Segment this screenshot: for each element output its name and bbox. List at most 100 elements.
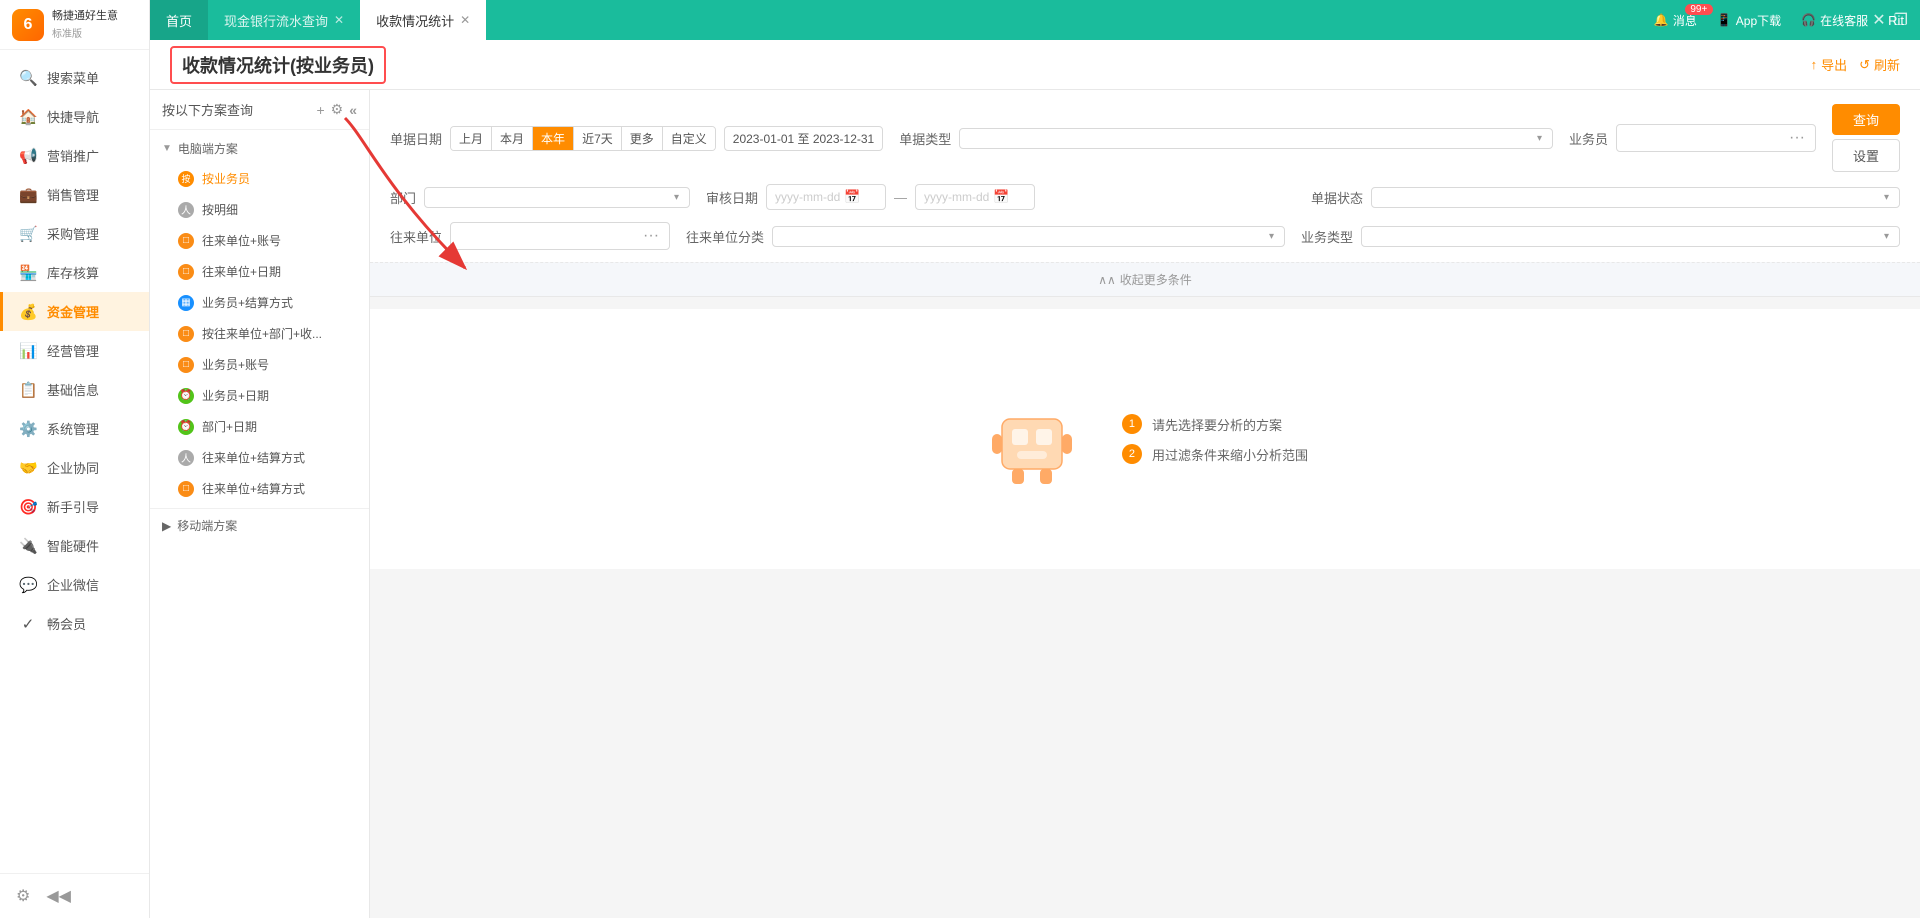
filter-section-pc-label: 电脑端方案 (178, 140, 238, 157)
filter-item-partner-settlement1-label: 往来单位+结算方式 (202, 449, 305, 466)
info-icon: 📋 (19, 381, 37, 399)
sidebar-label-enterprise: 企业协同 (47, 458, 99, 477)
sidebar-item-smart-hw[interactable]: 🔌 智能硬件 (0, 526, 149, 565)
sidebar-item-search[interactable]: 🔍 搜索菜单 (0, 58, 149, 97)
filter-item-salesman-date[interactable]: ⏰ 业务员+日期 (150, 380, 369, 411)
sidebar-item-finance[interactable]: 💰 资金管理 (0, 292, 149, 331)
dept-select[interactable]: ▾ (424, 187, 690, 208)
date-btn-this-month[interactable]: 本月 (492, 127, 533, 150)
app-download-btn[interactable]: 📱 App下载 (1717, 12, 1781, 29)
page-title: 收款情况统计(按业务员) (170, 46, 386, 84)
sidebar-item-wechat[interactable]: 💬 企业微信 (0, 565, 149, 604)
sidebar-bottom: ⚙ ◀◀ (0, 873, 149, 918)
filter-item-salesman-settlement[interactable]: ▦ 业务员+结算方式 (150, 287, 369, 318)
tab-bank-flow[interactable]: 现金银行流水查询 ✕ (208, 0, 360, 40)
online-service-btn[interactable]: 🎧 在线客服 (1801, 12, 1868, 29)
filter-item-partner-dept[interactable]: □ 按往来单位+部门+收... (150, 318, 369, 349)
date-btn-this-year[interactable]: 本年 (533, 127, 574, 150)
sidebar-item-sales[interactable]: 💼 销售管理 (0, 175, 149, 214)
filter-item-dept-date[interactable]: ⏰ 部门+日期 (150, 411, 369, 442)
setting-button[interactable]: 设置 (1832, 139, 1900, 172)
step-1-text: 请先选择要分析的方案 (1152, 415, 1282, 434)
sidebar-item-enterprise[interactable]: 🤝 企业协同 (0, 448, 149, 487)
sidebar-item-purchase[interactable]: 🛒 采购管理 (0, 214, 149, 253)
sidebar-item-quicknav[interactable]: 🏠 快捷导航 (0, 97, 149, 136)
filter-sidebar: 按以下方案查询 + ⚙ « ▼ 电脑端方案 按 按业务员 人 (150, 90, 370, 918)
date-btn-last-month[interactable]: 上月 (451, 127, 492, 150)
partner-more-icon[interactable]: ··· (643, 227, 659, 245)
filter-collapse-icon[interactable]: « (349, 102, 357, 118)
logo-area: 6 畅捷通好生意 标准版 (0, 0, 149, 50)
bell-icon: 🔔 (1654, 13, 1669, 27)
search-filter-panel: 单据日期 上月 本月 本年 近7天 更多 自定义 2023-01-01 至 20… (370, 90, 1920, 297)
sidebar-item-member[interactable]: ✓ 畅会员 (0, 604, 149, 643)
collapse-button[interactable]: ∧∧ 收起更多条件 (1098, 271, 1192, 288)
date-btn-7days[interactable]: 近7天 (574, 127, 622, 150)
tab-bank-flow-close[interactable]: ✕ (334, 13, 344, 27)
filter-item-partner-date[interactable]: □ 往来单位+日期 (150, 256, 369, 287)
biz-type-group: 业务类型 ▾ (1301, 226, 1900, 247)
dept-label: 部门 (390, 188, 416, 207)
filter-rows-wrapper: 单据日期 上月 本月 本年 近7天 更多 自定义 2023-01-01 至 20… (370, 90, 1920, 250)
filter-item-partner-settlement1[interactable]: 人 往来单位+结算方式 (150, 442, 369, 473)
tab-collection-stats-close[interactable]: ✕ (460, 13, 470, 27)
query-button[interactable]: 查询 (1832, 104, 1900, 135)
finance-icon: 💰 (19, 303, 37, 321)
filter-item-partner-account[interactable]: □ 往来单位+账号 (150, 225, 369, 256)
sidebar-item-guide[interactable]: 🎯 新手引导 (0, 487, 149, 526)
empty-illustration (982, 389, 1082, 489)
content-area: 单据日期 上月 本月 本年 近7天 更多 自定义 2023-01-01 至 20… (370, 90, 1920, 918)
partner-category-select[interactable]: ▾ (772, 226, 1285, 247)
date-btn-custom[interactable]: 自定义 (663, 127, 715, 150)
filter-add-icon[interactable]: + (316, 102, 324, 118)
tab-collection-stats[interactable]: 收款情况统计 ✕ (360, 0, 486, 40)
export-button[interactable]: ↑ 导出 (1811, 55, 1848, 74)
tab-home[interactable]: 首页 (150, 0, 208, 40)
system-icon: ⚙️ (19, 420, 37, 438)
collapse-sidebar-icon[interactable]: ◀◀ (46, 886, 71, 906)
user-name-display[interactable]: Rit (1888, 13, 1904, 28)
sidebar-item-basic-info[interactable]: 📋 基础信息 (0, 370, 149, 409)
filter-section-mobile[interactable]: ▶ 移动端方案 (150, 508, 369, 542)
settings-bottom-icon[interactable]: ⚙ (16, 886, 30, 906)
filter-item-partner-settlement2-label: 往来单位+结算方式 (202, 480, 305, 497)
refresh-button[interactable]: ↺ 刷新 (1859, 55, 1900, 74)
calendar-from-icon: 📅 (844, 189, 860, 205)
tab-collection-stats-label: 收款情况统计 (376, 11, 454, 30)
download-icon: 📱 (1717, 13, 1732, 27)
guide-icon: 🎯 (19, 498, 37, 516)
filter-item-salesman-account-label: 业务员+账号 (202, 356, 269, 373)
date-btn-more[interactable]: 更多 (622, 127, 663, 150)
filter-section-pc-title[interactable]: ▼ 电脑端方案 (150, 134, 369, 163)
doc-type-select[interactable]: ▾ (959, 128, 1553, 149)
biz-type-select[interactable]: ▾ (1361, 226, 1900, 247)
salesman-group: 业务员 ··· (1569, 124, 1816, 152)
filter-settings-icon[interactable]: ⚙ (331, 101, 344, 118)
dept-arrow-icon: ▾ (674, 192, 679, 203)
filter-item-dept-date-label: 部门+日期 (202, 418, 257, 435)
biz-type-label: 业务类型 (1301, 227, 1353, 246)
partner-select[interactable]: ··· (450, 222, 670, 250)
review-date-to-input[interactable]: yyyy-mm-dd 📅 (915, 184, 1035, 210)
sidebar-item-marketing[interactable]: 📢 营销推广 (0, 136, 149, 175)
filter-item-salesman-account[interactable]: □ 业务员+账号 (150, 349, 369, 380)
operations-icon: 📊 (19, 342, 37, 360)
sidebar-item-inventory[interactable]: 🏪 库存核算 (0, 253, 149, 292)
filter-sidebar-icons: + ⚙ « (316, 101, 357, 118)
partner-label: 往来单位 (390, 227, 442, 246)
salesman-select[interactable]: ··· (1616, 124, 1816, 152)
sidebar-item-system[interactable]: ⚙️ 系统管理 (0, 409, 149, 448)
filter-item-by-detail[interactable]: 人 按明细 (150, 194, 369, 225)
sidebar-label-guide: 新手引导 (47, 497, 99, 516)
filter-item-by-salesman[interactable]: 按 按业务员 (150, 163, 369, 194)
messages-btn[interactable]: 🔔 消息 99+ (1654, 12, 1697, 29)
doc-status-select[interactable]: ▾ (1371, 187, 1900, 208)
partner-group: 往来单位 ··· (390, 222, 670, 250)
sidebar-label-purchase: 采购管理 (47, 224, 99, 243)
sidebar-item-operations[interactable]: 📊 经营管理 (0, 331, 149, 370)
filter-item-partner-date-label: 往来单位+日期 (202, 263, 281, 280)
review-date-from-input[interactable]: yyyy-mm-dd 📅 (766, 184, 886, 210)
salesman-more-icon[interactable]: ··· (1789, 129, 1805, 147)
date-label: 单据日期 (390, 129, 442, 148)
filter-item-partner-settlement2[interactable]: □ 往来单位+结算方式 (150, 473, 369, 504)
